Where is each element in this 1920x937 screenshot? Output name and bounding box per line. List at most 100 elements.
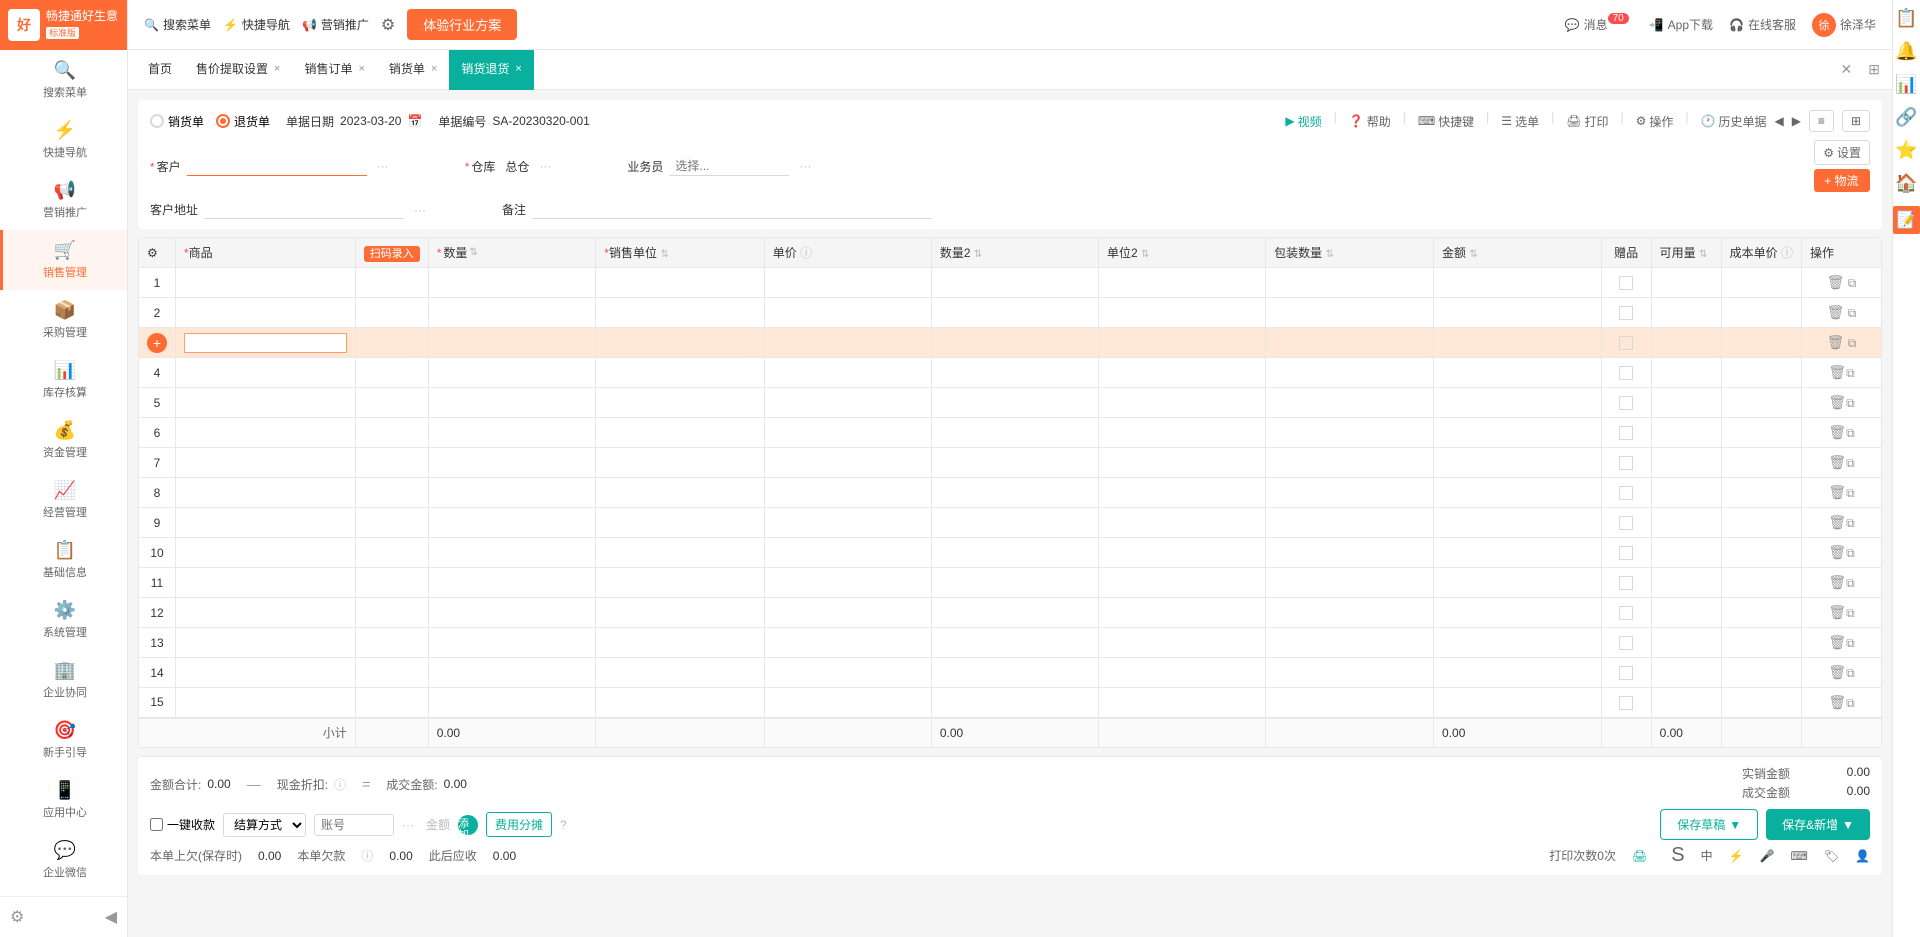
copy-row-2-btn[interactable]: ⧉ — [1848, 306, 1857, 320]
qty-input-1[interactable] — [437, 276, 588, 290]
th-gear[interactable]: ⚙ — [139, 238, 176, 268]
sidebar-item-purchase[interactable]: 📦 采购管理 — [0, 290, 127, 350]
amount-input-2[interactable] — [1442, 306, 1593, 320]
sidebar-item-sales[interactable]: 🛒 销售管理 — [0, 230, 127, 290]
unit-input-1[interactable] — [604, 276, 755, 290]
tab-sales[interactable]: 销货单 × — [377, 50, 449, 90]
del-btn[interactable]: 🗑 — [1828, 544, 1846, 560]
right-panel-btn-3[interactable]: 📊 — [1895, 74, 1917, 95]
sidebar-item-search[interactable]: 🔍 搜索菜单 — [0, 50, 127, 110]
qty-input-2[interactable] — [437, 306, 588, 320]
sidebar-item-inventory[interactable]: 📊 库存核算 — [0, 350, 127, 410]
shortcut-btn[interactable]: ⌨ 快捷键 — [1418, 110, 1474, 132]
fee-split-btn[interactable]: 费用分摊 — [486, 812, 552, 837]
tab-price-setting[interactable]: 售价提取设置 × — [184, 50, 292, 90]
add-account-btn[interactable]: + 添加 — [458, 815, 478, 835]
gift-check[interactable] — [1619, 486, 1633, 500]
help-btn[interactable]: ❓ 帮助 — [1349, 110, 1391, 132]
gift-check[interactable] — [1619, 696, 1633, 710]
delete-row-3-btn[interactable]: 🗑 — [1827, 334, 1845, 350]
del-btn[interactable]: 🗑 — [1828, 484, 1846, 500]
tab-sales-return[interactable]: 销货退货 × — [449, 50, 533, 90]
gift-check[interactable] — [1619, 666, 1633, 680]
del-btn[interactable]: 🗑 — [1828, 394, 1846, 410]
price-input-2[interactable] — [773, 306, 923, 320]
unit-sort-icon[interactable]: ⇅ — [660, 249, 668, 260]
tab-sales-order[interactable]: 销售订单 × — [292, 50, 376, 90]
gift-check[interactable] — [1619, 546, 1633, 560]
available-sort-icon[interactable]: ⇅ — [1699, 249, 1707, 260]
gift-check[interactable] — [1619, 516, 1633, 530]
del-btn[interactable]: 🗑 — [1828, 454, 1846, 470]
warehouse-more-icon[interactable]: ··· — [539, 159, 551, 173]
qty2-input-2[interactable] — [940, 306, 1090, 320]
qty2-input-1[interactable] — [940, 276, 1090, 290]
sidebar-item-marketing[interactable]: 📢 营销推广 — [0, 170, 127, 230]
settle-method-select[interactable]: 结算方式 — [223, 813, 306, 837]
copy-row-1-btn[interactable]: ⧉ — [1848, 276, 1857, 290]
operation-btn[interactable]: ⚙ 操作 — [1636, 110, 1674, 132]
gift-check[interactable] — [1619, 576, 1633, 590]
copy-btn[interactable]: ⧉ — [1846, 456, 1855, 470]
copy-btn[interactable]: ⧉ — [1846, 576, 1855, 590]
product-input-1[interactable] — [184, 276, 347, 290]
gift-check-2[interactable] — [1619, 306, 1633, 320]
price-input-1[interactable] — [773, 276, 923, 290]
radio-sales[interactable]: 销货单 — [150, 113, 204, 130]
prev-btn[interactable]: ◀ — [1774, 110, 1783, 132]
qty-sort-icon[interactable]: ⇅ — [469, 247, 477, 258]
column-settings-icon[interactable]: ⚙ — [147, 246, 158, 260]
copy-btn[interactable]: ⧉ — [1846, 606, 1855, 620]
topbar-app-download[interactable]: 📲 App下载 — [1649, 16, 1713, 33]
amount-input-1[interactable] — [1442, 276, 1593, 290]
extra-tool-5[interactable]: 🏷 — [1824, 849, 1839, 863]
del-btn[interactable]: 🗑 — [1828, 424, 1846, 440]
tab-sales-close[interactable]: × — [431, 63, 437, 75]
topbar-shortcuts[interactable]: ⚡ 快捷导航 — [223, 16, 290, 33]
delete-row-1-btn[interactable]: 🗑 — [1827, 274, 1845, 290]
del-btn[interactable]: 🗑 — [1828, 604, 1846, 620]
radio-return[interactable]: 退货单 — [216, 113, 270, 130]
copy-btn[interactable]: ⧉ — [1846, 486, 1855, 500]
right-panel-btn-6[interactable]: 🏠 — [1895, 173, 1917, 194]
gift-check[interactable] — [1619, 456, 1633, 470]
del-btn[interactable]: 🗑 — [1828, 364, 1846, 380]
price-info-icon[interactable]: ⓘ — [800, 246, 812, 260]
print-btn[interactable]: 🖨 打印 — [1566, 110, 1608, 132]
extra-tool-3[interactable]: 🎤 — [1760, 849, 1775, 863]
save-draft-btn[interactable]: 保存草稿 ▼ — [1660, 809, 1758, 840]
amount-sort-icon[interactable]: ⇅ — [1469, 249, 1477, 260]
sidebar-item-shortcuts[interactable]: ⚡ 快捷导航 — [0, 110, 127, 170]
copy-row-3-btn[interactable]: ⧉ — [1848, 336, 1857, 350]
copy-btn[interactable]: ⧉ — [1846, 666, 1855, 680]
product-input-3[interactable] — [184, 333, 347, 353]
gift-check[interactable] — [1619, 366, 1633, 380]
copy-btn[interactable]: ⧉ — [1846, 546, 1855, 560]
extra-tool-2[interactable]: ⚡ — [1729, 849, 1744, 863]
extra-tool-1[interactable]: 中 — [1701, 847, 1713, 864]
trial-button[interactable]: 体验行业方案 — [407, 9, 517, 40]
settings-btn[interactable]: ⚙ 设置 — [1814, 140, 1870, 165]
del-btn[interactable]: 🗑 — [1828, 694, 1846, 710]
sidebar-settings-btn[interactable]: ⚙ — [10, 907, 24, 927]
view-grid-btn[interactable]: ⊞ — [1842, 110, 1870, 132]
sidebar-item-system[interactable]: ⚙️ 系统管理 — [0, 590, 127, 650]
unit2-input-2[interactable] — [1107, 306, 1257, 320]
del-btn[interactable]: 🗑 — [1828, 514, 1846, 530]
customer-more-icon[interactable]: ··· — [377, 159, 389, 173]
copy-btn[interactable]: ⧉ — [1846, 366, 1855, 380]
expand-tabs-btn[interactable]: ⊞ — [1864, 57, 1884, 82]
extra-tool-4[interactable]: ⌨ — [1790, 849, 1807, 863]
delete-row-2-btn[interactable]: 🗑 — [1827, 304, 1845, 320]
discount-info-icon[interactable]: ⓘ — [334, 776, 346, 793]
gift-check-3[interactable] — [1619, 336, 1633, 350]
address-input[interactable] — [204, 200, 404, 219]
copy-btn[interactable]: ⧉ — [1846, 636, 1855, 650]
copy-btn[interactable]: ⧉ — [1846, 426, 1855, 440]
print-history-icon[interactable]: 🖨 — [1632, 849, 1647, 863]
next-btn[interactable]: ▶ — [1792, 110, 1801, 132]
del-btn[interactable]: 🗑 — [1828, 574, 1846, 590]
sidebar-item-newguide[interactable]: 🎯 新手引导 — [0, 710, 127, 770]
salesperson-input[interactable] — [669, 157, 789, 176]
tab-home[interactable]: 首页 — [136, 50, 184, 90]
